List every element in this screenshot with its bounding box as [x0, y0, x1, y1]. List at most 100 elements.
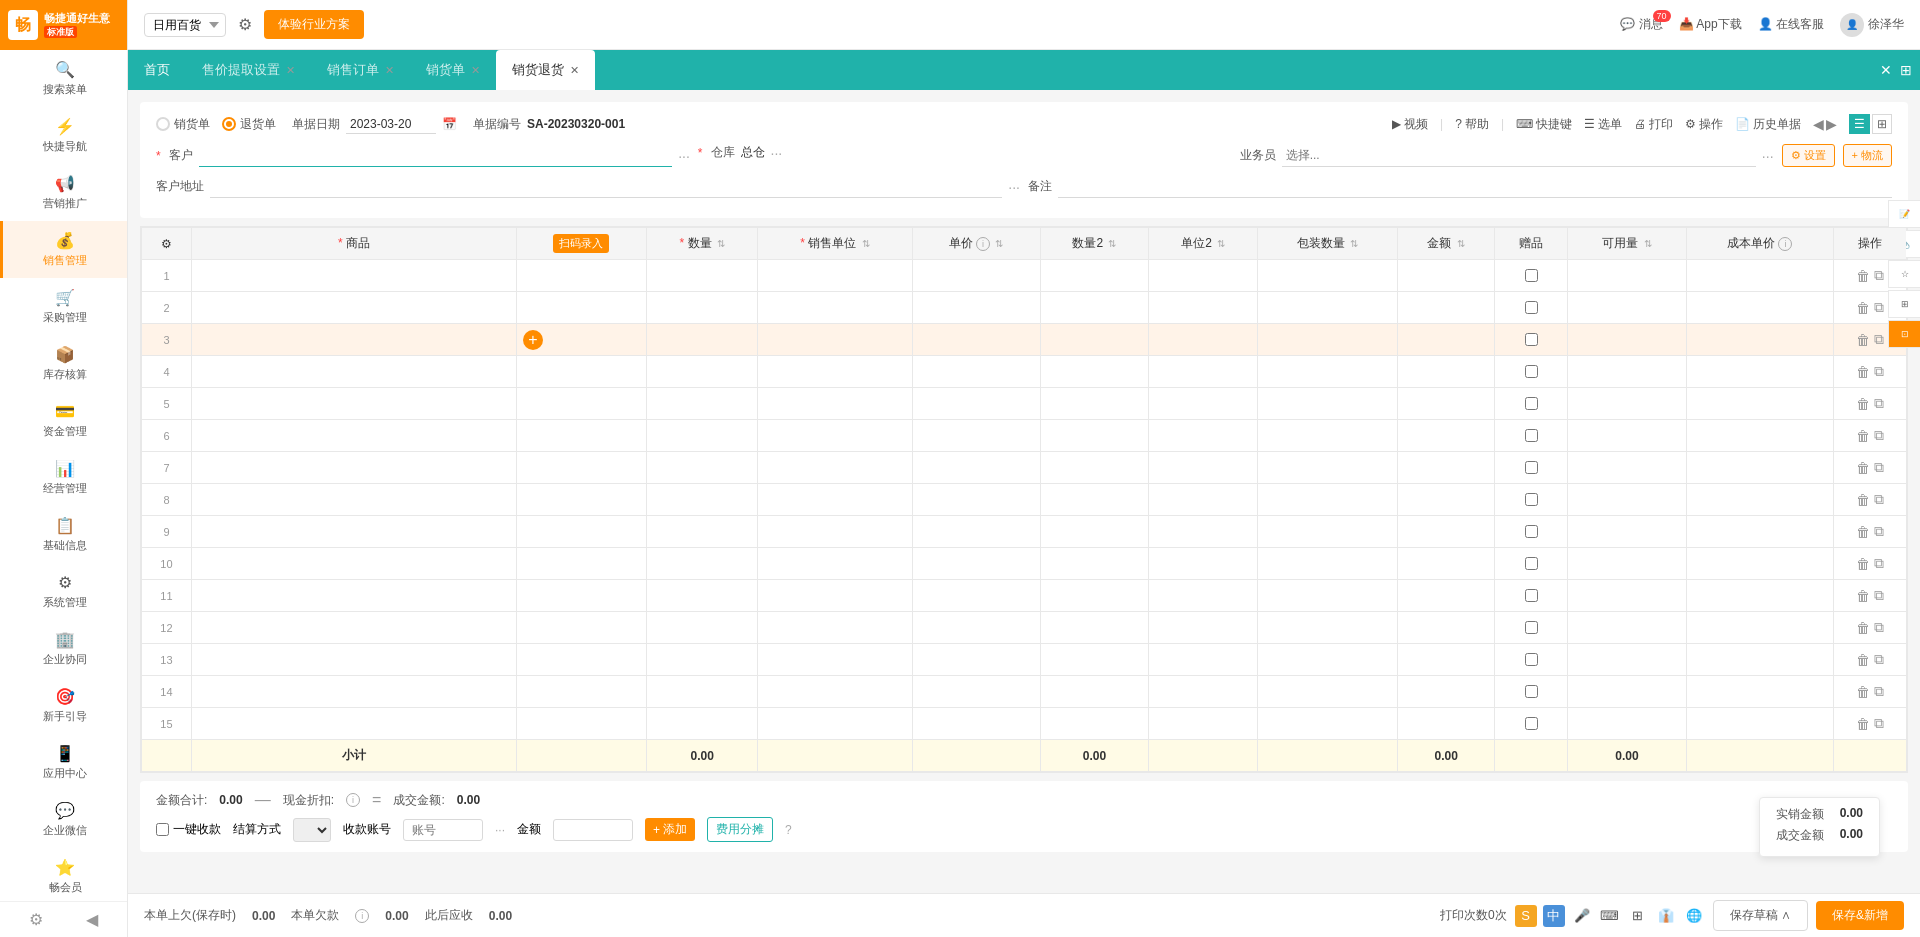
- pack-qty-cell-2[interactable]: [1258, 292, 1398, 324]
- pack-qty-cell-4[interactable]: [1258, 356, 1398, 388]
- logistics-btn[interactable]: + 物流: [1843, 144, 1892, 167]
- amount-cell-5[interactable]: [1398, 388, 1495, 420]
- experience-btn[interactable]: 体验行业方案: [264, 10, 364, 39]
- product-cell-14[interactable]: [191, 676, 516, 708]
- qty-cell-13[interactable]: [647, 644, 758, 676]
- qty2-cell-4[interactable]: [1040, 356, 1149, 388]
- copy-row-btn-1[interactable]: ⧉: [1874, 267, 1884, 284]
- pack-qty-cell-11[interactable]: [1258, 580, 1398, 612]
- price-cell-2[interactable]: [912, 292, 1040, 324]
- available-cell-11[interactable]: [1568, 580, 1686, 612]
- sale-unit-cell-7[interactable]: [758, 452, 912, 484]
- qty-cell-10[interactable]: [647, 548, 758, 580]
- gift-checkbox-10[interactable]: [1525, 557, 1538, 570]
- cost-price-cell-8[interactable]: [1686, 484, 1833, 516]
- tab-home[interactable]: 首页: [128, 61, 186, 79]
- gift-checkbox-15[interactable]: [1525, 717, 1538, 730]
- tab-sale-return-close[interactable]: ✕: [570, 64, 579, 77]
- sidebar-item-operations[interactable]: 📊 经营管理: [0, 449, 127, 506]
- unit2-sort-icon[interactable]: ⇅: [1217, 238, 1225, 249]
- delete-row-btn-2[interactable]: 🗑: [1856, 299, 1870, 316]
- right-notes-btn[interactable]: 📝: [1888, 200, 1920, 228]
- pack-qty-cell-1[interactable]: [1258, 260, 1398, 292]
- fee-btn[interactable]: 费用分摊: [707, 817, 773, 842]
- scan-btn[interactable]: 扫码录入: [553, 234, 609, 253]
- qty-cell-5[interactable]: [647, 388, 758, 420]
- tab-sale-return[interactable]: 销货退货 ✕: [496, 50, 595, 90]
- copy-row-btn-10[interactable]: ⧉: [1874, 555, 1884, 572]
- warehouse-dots[interactable]: ···: [771, 145, 783, 161]
- unit2-cell-2[interactable]: [1149, 292, 1258, 324]
- gift-cell-4[interactable]: [1495, 356, 1568, 388]
- gift-cell-9[interactable]: [1495, 516, 1568, 548]
- sidebar-item-marketing[interactable]: 📢 营销推广: [0, 164, 127, 221]
- delete-row-btn-8[interactable]: 🗑: [1856, 491, 1870, 508]
- settings-btn[interactable]: ⚙ 设置: [1782, 144, 1835, 167]
- sale-unit-cell-2[interactable]: [758, 292, 912, 324]
- cost-price-cell-15[interactable]: [1686, 708, 1833, 740]
- copy-row-btn-14[interactable]: ⧉: [1874, 683, 1884, 700]
- available-cell-3[interactable]: [1568, 324, 1686, 356]
- topbar-gear-icon[interactable]: ⚙: [238, 15, 252, 34]
- sidebar-item-guide[interactable]: 🎯 新手引导: [0, 677, 127, 734]
- pack-qty-cell-7[interactable]: [1258, 452, 1398, 484]
- sidebar-collapse-btn[interactable]: ◀: [86, 910, 98, 929]
- gift-cell-5[interactable]: [1495, 388, 1568, 420]
- prev-arrow[interactable]: ◀: [1813, 116, 1824, 132]
- sidebar-item-enterprise[interactable]: 🏢 企业协同: [0, 620, 127, 677]
- qty-cell-3[interactable]: [647, 324, 758, 356]
- product-cell-6[interactable]: [191, 420, 516, 452]
- unit2-cell-8[interactable]: [1149, 484, 1258, 516]
- unit2-cell-7[interactable]: [1149, 452, 1258, 484]
- qty2-cell-5[interactable]: [1040, 388, 1149, 420]
- sale-unit-cell-3[interactable]: [758, 324, 912, 356]
- copy-row-btn-11[interactable]: ⧉: [1874, 587, 1884, 604]
- price-cell-7[interactable]: [912, 452, 1040, 484]
- gift-checkbox-8[interactable]: [1525, 493, 1538, 506]
- pack-qty-cell-6[interactable]: [1258, 420, 1398, 452]
- product-cell-13[interactable]: [191, 644, 516, 676]
- cost-price-cell-4[interactable]: [1686, 356, 1833, 388]
- cost-price-cell-7[interactable]: [1686, 452, 1833, 484]
- tab-sale-order[interactable]: 销售订单 ✕: [311, 50, 410, 90]
- delete-row-btn-5[interactable]: 🗑: [1856, 395, 1870, 412]
- gift-checkbox-14[interactable]: [1525, 685, 1538, 698]
- gift-checkbox-9[interactable]: [1525, 525, 1538, 538]
- scan-cell-3[interactable]: +: [516, 324, 646, 356]
- unit2-cell-12[interactable]: [1149, 612, 1258, 644]
- amount-cell-12[interactable]: [1398, 612, 1495, 644]
- available-cell-15[interactable]: [1568, 708, 1686, 740]
- price-cell-9[interactable]: [912, 516, 1040, 548]
- unit2-cell-10[interactable]: [1149, 548, 1258, 580]
- sale-unit-cell-13[interactable]: [758, 644, 912, 676]
- close-tab-icon[interactable]: ✕: [1880, 62, 1892, 78]
- qty2-cell-15[interactable]: [1040, 708, 1149, 740]
- price-cell-10[interactable]: [912, 548, 1040, 580]
- customer-dots[interactable]: ···: [678, 148, 690, 164]
- price-cell-12[interactable]: [912, 612, 1040, 644]
- doc-date-input[interactable]: [346, 115, 436, 134]
- pack-qty-cell-15[interactable]: [1258, 708, 1398, 740]
- cost-price-cell-10[interactable]: [1686, 548, 1833, 580]
- pack-qty-cell-8[interactable]: [1258, 484, 1398, 516]
- gift-checkbox-12[interactable]: [1525, 621, 1538, 634]
- qty2-cell-14[interactable]: [1040, 676, 1149, 708]
- qty-cell-12[interactable]: [647, 612, 758, 644]
- staff-dots[interactable]: ···: [1762, 148, 1774, 164]
- price-cell-15[interactable]: [912, 708, 1040, 740]
- available-sort-icon[interactable]: ⇅: [1644, 238, 1652, 249]
- unit2-cell-5[interactable]: [1149, 388, 1258, 420]
- gift-cell-15[interactable]: [1495, 708, 1568, 740]
- qty-cell-15[interactable]: [647, 708, 758, 740]
- sale-unit-cell-8[interactable]: [758, 484, 912, 516]
- radio-sale-deliver[interactable]: 销货单: [156, 116, 210, 133]
- s-icon-1[interactable]: S: [1515, 905, 1537, 927]
- amount-cell-11[interactable]: [1398, 580, 1495, 612]
- qty2-cell-1[interactable]: [1040, 260, 1149, 292]
- sidebar-item-finance[interactable]: 💳 资金管理: [0, 392, 127, 449]
- gift-checkbox-5[interactable]: [1525, 397, 1538, 410]
- cost-price-cell-14[interactable]: [1686, 676, 1833, 708]
- expand-tab-icon[interactable]: ⊞: [1900, 62, 1912, 78]
- view-list-btn[interactable]: ☰: [1849, 114, 1870, 134]
- gift-checkbox-3[interactable]: [1525, 333, 1538, 346]
